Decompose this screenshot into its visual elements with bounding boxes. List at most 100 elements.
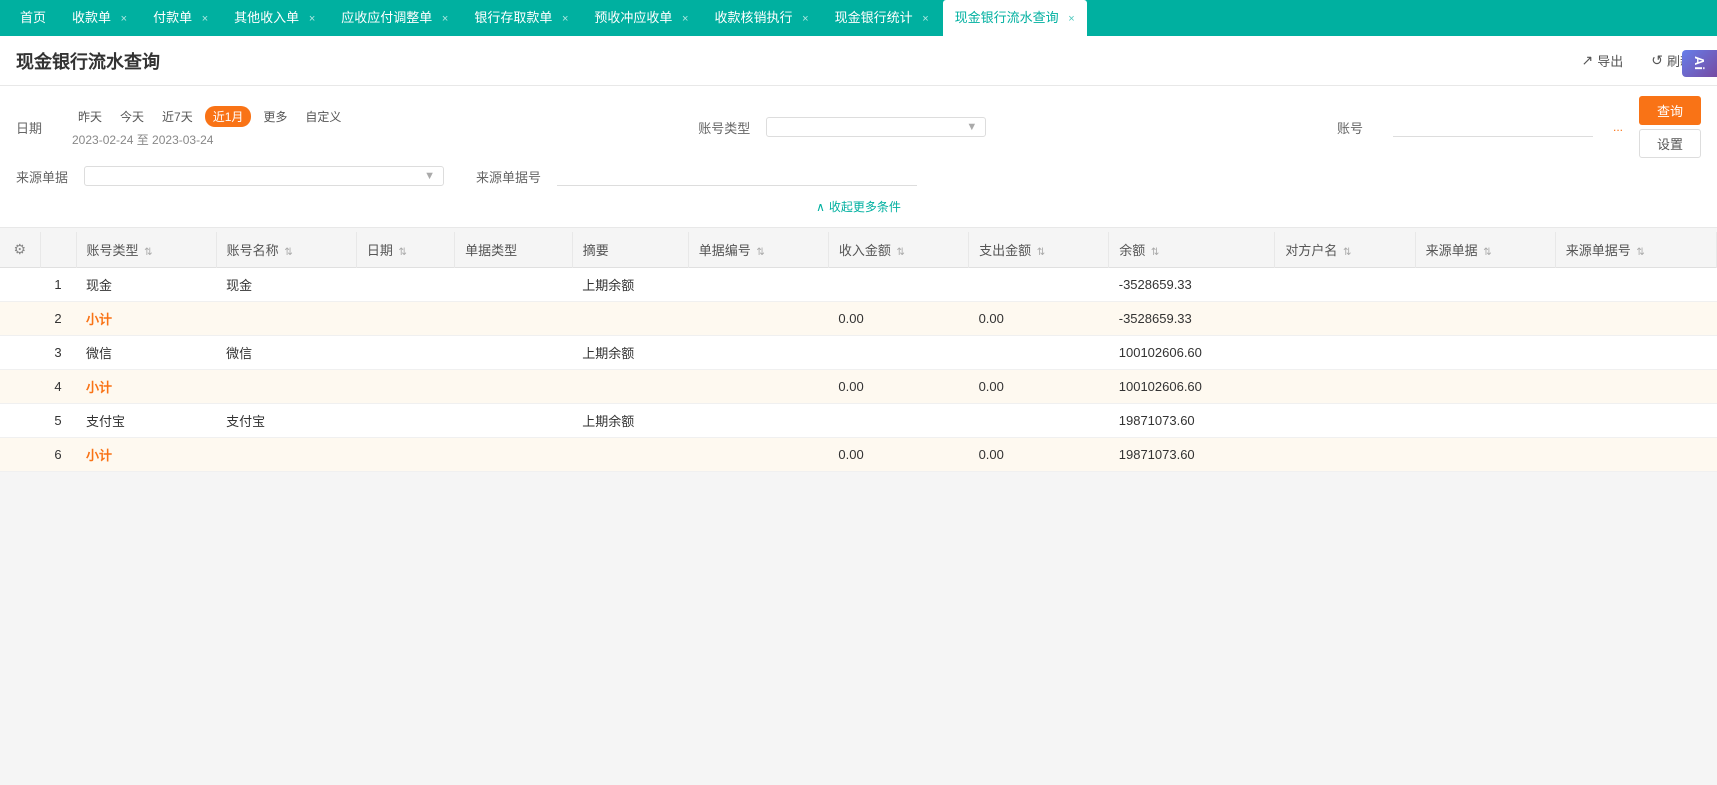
row-expense: 0.00 — [969, 302, 1109, 336]
nav-tab-4[interactable]: 银行存取款单 × — [462, 0, 580, 36]
filter-area: 日期 昨天 今天 近7天 近1月 更多 自定义 2023-02-24 至 202… — [0, 86, 1717, 228]
row-date — [356, 404, 454, 438]
collapse-bar[interactable]: ∧ 收起更多条件 — [16, 194, 1701, 219]
row-doc-no — [688, 438, 828, 472]
account-type-dropdown-icon: ▼ — [966, 121, 977, 133]
date-shortcut-today[interactable]: 今天 — [114, 106, 150, 127]
top-nav: 首页 收款单 × 付款单 × 其他收入单 × 应收应付调整单 × 银行存取款单 … — [0, 0, 1717, 36]
row-account-type: 支付宝 — [76, 404, 216, 438]
col-date[interactable]: 日期 ⇅ — [356, 232, 454, 268]
close-tab-6-icon[interactable]: × — [802, 13, 808, 25]
col-source-doc-no[interactable]: 来源单据号 ⇅ — [1555, 232, 1716, 268]
col-income[interactable]: 收入金额 ⇅ — [828, 232, 968, 268]
row-income: 0.00 — [828, 302, 968, 336]
row-source-doc — [1415, 302, 1555, 336]
nav-tab-8[interactable]: 现金银行流水查询 × — [943, 0, 1087, 36]
account-more-btn[interactable]: ... — [1613, 120, 1623, 134]
row-source-doc — [1415, 336, 1555, 370]
export-button[interactable]: ↗ 导出 — [1574, 47, 1632, 74]
row-doc-no — [688, 268, 828, 302]
date-shortcut-1month[interactable]: 近1月 — [205, 106, 252, 127]
source-doc-no-input[interactable] — [561, 168, 913, 183]
row-income: 0.00 — [828, 438, 968, 472]
close-tab-1-icon[interactable]: × — [202, 13, 208, 25]
close-tab-4-icon[interactable]: × — [562, 13, 568, 25]
row-balance: 100102606.60 — [1109, 370, 1275, 404]
row-summary: 上期余额 — [572, 336, 688, 370]
col-balance[interactable]: 余额 ⇅ — [1109, 232, 1275, 268]
close-tab-7-icon[interactable]: × — [922, 13, 928, 25]
row-balance: 100102606.60 — [1109, 336, 1275, 370]
row-summary — [572, 438, 688, 472]
account-input-wrap — [1393, 117, 1593, 137]
row-counterparty — [1275, 438, 1415, 472]
row-counterparty — [1275, 370, 1415, 404]
col-doc-no[interactable]: 单据编号 ⇅ — [688, 232, 828, 268]
date-shortcut-custom[interactable]: 自定义 — [299, 106, 347, 127]
row-date — [356, 268, 454, 302]
row-counterparty — [1275, 404, 1415, 438]
date-shortcut-7days[interactable]: 近7天 — [156, 106, 199, 127]
account-type-label: 账号类型 — [698, 118, 750, 137]
source-doc-dropdown-icon: ▼ — [424, 170, 435, 182]
row-doc-type — [455, 336, 573, 370]
row-balance: -3528659.33 — [1109, 302, 1275, 336]
row-empty-col — [0, 438, 40, 472]
source-doc-no-input-wrap — [557, 166, 917, 186]
setting-button[interactable]: 设置 — [1639, 129, 1701, 158]
sort-income-icon: ⇅ — [897, 247, 905, 258]
nav-tab-0[interactable]: 收款单 × — [60, 0, 139, 36]
row-doc-type — [455, 370, 573, 404]
nav-tab-6[interactable]: 收款核销执行 × — [702, 0, 820, 36]
nav-home[interactable]: 首页 — [8, 0, 58, 36]
col-counterparty[interactable]: 对方户名 ⇅ — [1275, 232, 1415, 268]
row-seq: 1 — [40, 268, 76, 302]
row-account-type: 小计 — [76, 370, 216, 404]
nav-tab-7[interactable]: 现金银行统计 × — [823, 0, 941, 36]
row-empty-col — [0, 404, 40, 438]
row-source-doc-no — [1555, 404, 1716, 438]
col-account-type[interactable]: 账号类型 ⇅ — [76, 232, 216, 268]
nav-tab-3[interactable]: 应收应付调整单 × — [329, 0, 460, 36]
source-doc-select[interactable]: ▼ — [84, 166, 444, 186]
col-settings[interactable]: ⚙ — [0, 232, 40, 268]
sort-expense-icon: ⇅ — [1037, 247, 1045, 258]
date-shortcut-more[interactable]: 更多 — [257, 106, 293, 127]
row-account-name: 现金 — [216, 268, 356, 302]
table-wrap: ⚙ 账号类型 ⇅ 账号名称 ⇅ 日期 ⇅ 单据类型 — [0, 232, 1717, 472]
col-source-doc[interactable]: 来源单据 ⇅ — [1415, 232, 1555, 268]
row-account-name: 支付宝 — [216, 404, 356, 438]
row-date — [356, 302, 454, 336]
row-counterparty — [1275, 302, 1415, 336]
row-source-doc — [1415, 404, 1555, 438]
nav-tab-5[interactable]: 预收冲应收单 × — [582, 0, 700, 36]
row-source-doc-no — [1555, 336, 1716, 370]
row-doc-type — [455, 438, 573, 472]
account-type-select[interactable]: ▼ — [766, 117, 986, 137]
col-seq — [40, 232, 76, 268]
row-summary — [572, 302, 688, 336]
row-source-doc-no — [1555, 370, 1716, 404]
query-button[interactable]: 查询 — [1639, 96, 1701, 125]
ai-badge[interactable]: Ai — [1682, 50, 1717, 77]
table-row: 2小计0.000.00-3528659.33 — [0, 302, 1717, 336]
row-date — [356, 438, 454, 472]
close-tab-0-icon[interactable]: × — [121, 13, 127, 25]
close-tab-2-icon[interactable]: × — [309, 13, 315, 25]
close-tab-8-icon[interactable]: × — [1068, 13, 1074, 25]
filter-row-2: 来源单据 ▼ 来源单据号 — [16, 166, 1701, 186]
row-doc-type — [455, 268, 573, 302]
col-expense[interactable]: 支出金额 ⇅ — [969, 232, 1109, 268]
col-account-name[interactable]: 账号名称 ⇅ — [216, 232, 356, 268]
row-account-type: 现金 — [76, 268, 216, 302]
nav-tab-1[interactable]: 付款单 × — [141, 0, 220, 36]
date-shortcut-yesterday[interactable]: 昨天 — [72, 106, 108, 127]
sort-counterparty-icon: ⇅ — [1343, 247, 1351, 258]
table-row: 4小计0.000.00100102606.60 — [0, 370, 1717, 404]
nav-tab-2[interactable]: 其他收入单 × — [222, 0, 327, 36]
row-income — [828, 336, 968, 370]
close-tab-5-icon[interactable]: × — [682, 13, 688, 25]
close-tab-3-icon[interactable]: × — [442, 13, 448, 25]
account-input[interactable] — [1397, 119, 1589, 134]
row-source-doc-no — [1555, 438, 1716, 472]
